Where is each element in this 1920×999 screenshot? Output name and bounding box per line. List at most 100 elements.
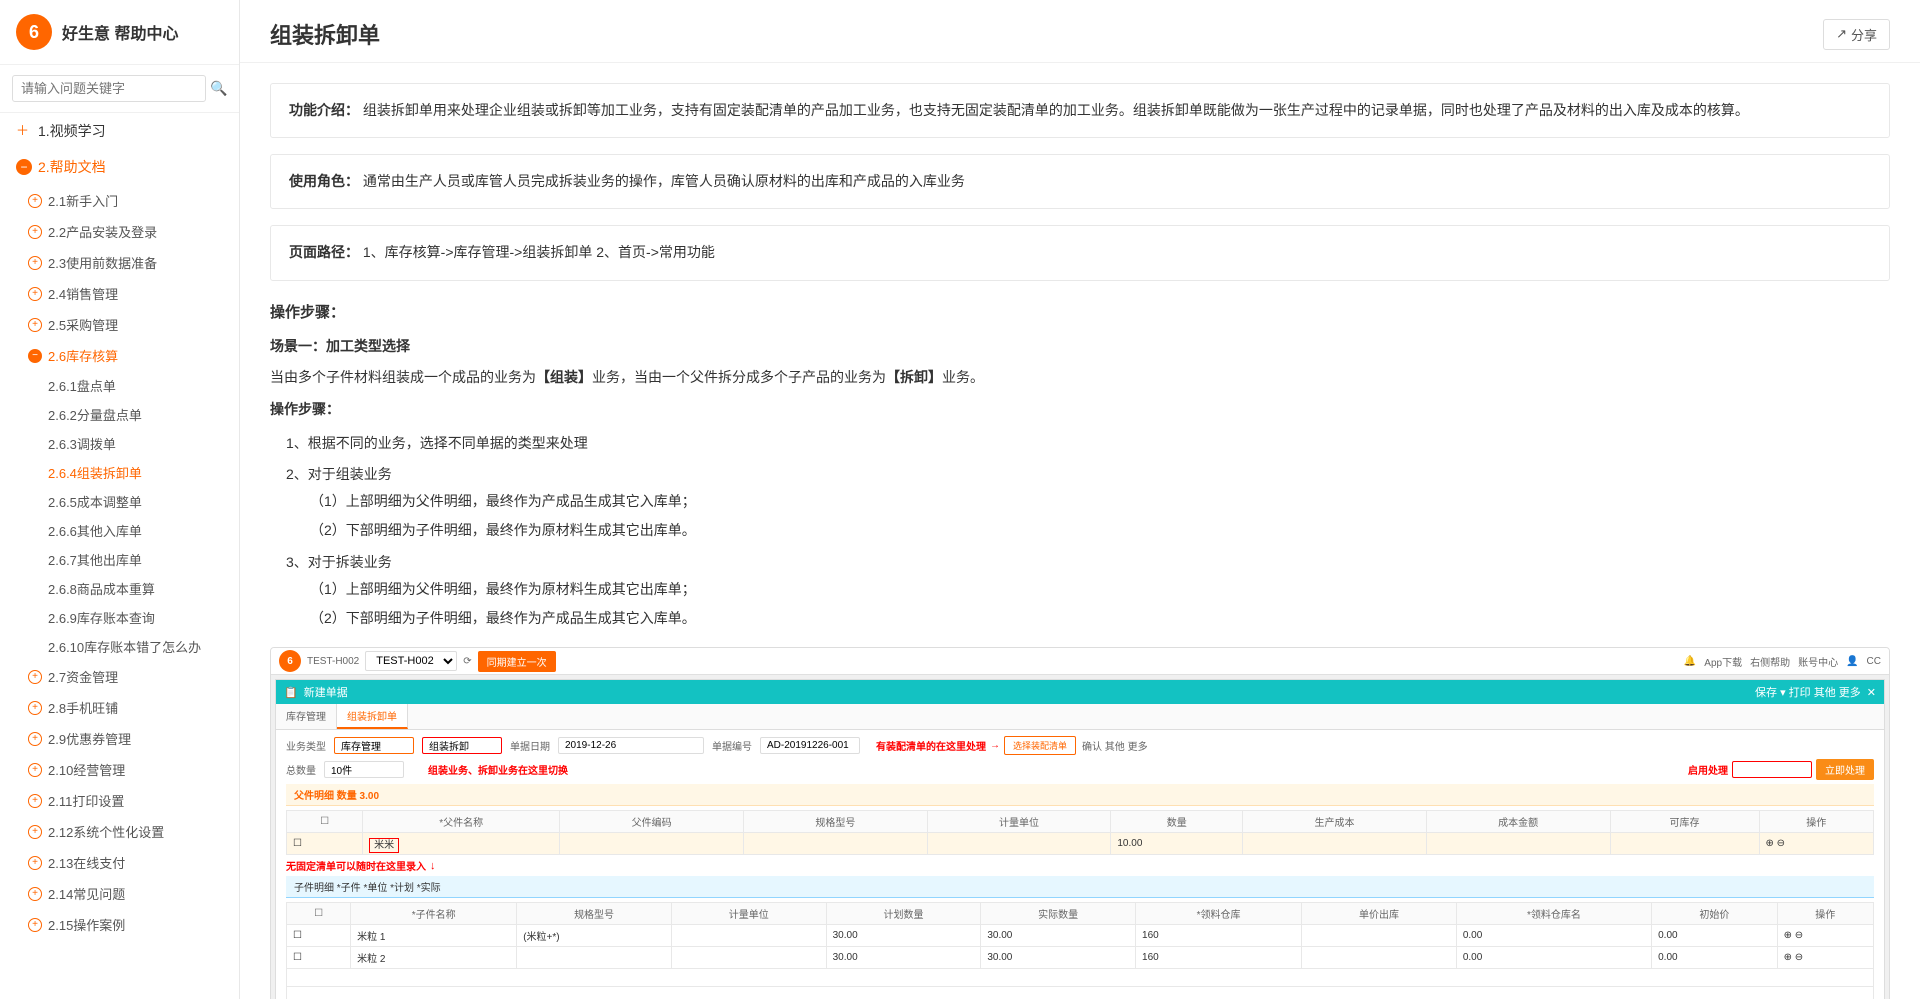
sidebar-item-inventory[interactable]: − 2.6库存核算 (0, 340, 239, 371)
sidebar-leaf-otherin[interactable]: 2.6.6其他入库单 (0, 516, 239, 545)
sub-minus-icon: − (28, 349, 42, 363)
mock-lcell-price2 (1302, 947, 1457, 969)
sidebar-item-personalize[interactable]: + 2.12系统个性化设置 (0, 816, 239, 847)
mock-process-btn[interactable]: 立即处理 (1816, 759, 1874, 780)
sidebar: 6 好生意 帮助中心 🔍 ＋ 1.视频学习 − 2.帮助文档 + 2.1新手入门… (0, 0, 240, 999)
mock-upper-table-header: ☐ *父件名称 父件编码 规格型号 计量单位 数量 生产成本 成本金额 可库存 (287, 811, 1874, 833)
mock-doctype-input[interactable] (334, 737, 414, 754)
mock-th-cost: 生产成本 (1243, 811, 1427, 833)
step-3-sub-2: （2）下部明细为子件明细，最终作为产成品生成其它入库单。 (310, 606, 1890, 631)
operations-title: 操作步骤： (270, 301, 1890, 322)
sidebar-item-data[interactable]: + 2.3使用前数据准备 (0, 247, 239, 278)
mock-help: 右侧帮助 (1750, 654, 1790, 669)
search-box: 🔍 (0, 65, 239, 113)
mock-lcell-check2: ☐ (287, 947, 351, 969)
mock-lth-name: *子件名称 (351, 903, 517, 925)
sidebar-item-sales[interactable]: + 2.4销售管理 (0, 278, 239, 309)
sidebar-leaf-costadj[interactable]: 2.6.5成本调整单 (0, 487, 239, 516)
scenario1-desc: 当由多个子件材料组装成一个成品的业务为【组装】业务，当由一个父件拆分成多个子产品… (270, 364, 1890, 391)
mock-name-highlight: 米米 (369, 838, 399, 853)
sub-plus-icon: + (28, 918, 42, 932)
logo-text: 好生意 帮助中心 (62, 20, 178, 44)
mock-lcell-init1: 0.00 (1456, 925, 1651, 947)
sub-plus-icon: + (28, 225, 42, 239)
sidebar-leaf-partial[interactable]: 2.6.2分量盘点单 (0, 400, 239, 429)
main-content: 组装拆卸单 ↗ 分享 功能介绍： 组装拆卸单用来处理企业组装或拆卸等加工业务，支… (240, 0, 1920, 999)
mock-orderno-label: 单据编号 (712, 738, 752, 753)
mock-date-input[interactable] (558, 737, 704, 754)
mock-lth-ware: *领料仓库 (1136, 903, 1302, 925)
sidebar-leaf-assembly[interactable]: 2.6.4组装拆卸单 (0, 458, 239, 487)
page-path-label: 页面路径： (289, 244, 359, 260)
sidebar-leaf-stockerr[interactable]: 2.6.10库存账本错了怎么办 (0, 632, 239, 661)
search-input[interactable] (12, 75, 206, 102)
mock-tab-new[interactable]: 组装拆卸单 (337, 704, 408, 729)
mock-cell-check: ☐ (287, 833, 363, 855)
share-button[interactable]: ↗ 分享 (1823, 19, 1890, 50)
sidebar-item-cases[interactable]: + 2.15操作案例 (0, 909, 239, 940)
sidebar-item-print[interactable]: + 2.11打印设置 (0, 785, 239, 816)
mock-topbar-right: 🔔 App下载 右侧帮助 账号中心 👤 CC (1684, 654, 1881, 669)
sidebar-item-faq[interactable]: + 2.14常见问题 (0, 878, 239, 909)
mock-qty-input[interactable] (324, 761, 404, 778)
mock-orderno-input[interactable] (760, 737, 860, 754)
sidebar-item-newbie[interactable]: + 2.1新手入门 (0, 185, 239, 216)
mock-modal: 📋 新建单据 保存 ▾ 打印 其他 更多 ✕ 库存管理 组装拆卸单 (275, 679, 1885, 999)
sidebar-item-finance[interactable]: + 2.7资金管理 (0, 661, 239, 692)
share-label: 分享 (1851, 25, 1877, 44)
sidebar-leaf-count[interactable]: 2.6.1盘点单 (0, 371, 239, 400)
mock-assign-btn[interactable]: 选择装配清单 (1004, 736, 1076, 755)
sidebar-item-install[interactable]: + 2.2产品安装及登录 (0, 216, 239, 247)
sidebar-item-video[interactable]: ＋ 1.视频学习 (0, 113, 239, 149)
search-button[interactable]: 🔍 (206, 80, 231, 97)
mock-th-spec: 规格型号 (744, 811, 928, 833)
mock-app: 6 TEST-H002 TEST-H002 ⟳ 同期建立一次 🔔 App下载 右… (271, 648, 1889, 999)
sidebar-item-docs[interactable]: − 2.帮助文档 (0, 149, 239, 185)
sidebar-leaf-stockcheck[interactable]: 2.6.9库存账本查询 (0, 603, 239, 632)
mock-lcell-ware1: 160 (1136, 925, 1302, 947)
sidebar-leaf-costrecalc[interactable]: 2.6.8商品成本重算 (0, 574, 239, 603)
sidebar-item-online[interactable]: + 2.13在线支付 (0, 847, 239, 878)
sidebar-label-docs: 2.帮助文档 (38, 157, 106, 177)
logo-icon: 6 (16, 14, 52, 50)
mock-new-doc-btn[interactable]: 同期建立一次 (478, 651, 556, 672)
mock-lth-check: ☐ (287, 903, 351, 925)
mock-cell-amt (1426, 833, 1610, 855)
mock-lth-unit: 计量单位 (671, 903, 826, 925)
sidebar-label-video: 1.视频学习 (38, 121, 106, 141)
annotation-text4: 启用处理 (1688, 762, 1728, 777)
sidebar-item-ops[interactable]: + 2.10经营管理 (0, 754, 239, 785)
step-2: 2、对于组装业务 （1）上部明细为父件明细，最终作为产成品生成其它入库单； （2… (286, 462, 1890, 544)
sidebar-leaf-otherout[interactable]: 2.6.7其他出库单 (0, 545, 239, 574)
mock-avatar: 👤 (1846, 656, 1858, 667)
sidebar-item-purchase[interactable]: + 2.5采购管理 (0, 309, 239, 340)
sidebar-leaf-transfer[interactable]: 2.6.3调拨单 (0, 429, 239, 458)
mock-sync-icon: ⟳ (463, 656, 471, 667)
mock-subtype-input[interactable] (422, 737, 502, 754)
mock-tab-ziyue[interactable]: 库存管理 (276, 704, 337, 729)
mock-lcell-actual2: 30.00 (981, 947, 1136, 969)
mock-form-row1: 业务类型 单据日期 单据编号 有装配清单的在这里处理 → 选择装配 (286, 736, 1874, 755)
mock-lcell-check: ☐ (287, 925, 351, 947)
page-path-text: 1、库存核算->库存管理->组装拆卸单 2、首页->常用功能 (363, 244, 715, 260)
sidebar-item-coupon[interactable]: + 2.9优惠券管理 (0, 723, 239, 754)
mock-close-icon[interactable]: ✕ (1867, 686, 1876, 699)
mock-lower-row2: ☐ 米粒 2 30.00 30.00 160 0.00 0.00 (287, 947, 1874, 969)
mock-th-check: ☐ (287, 811, 363, 833)
mock-lcell-plan1: 30.00 (826, 925, 981, 947)
mock-lcell-op1: ⊕ ⊖ (1777, 925, 1873, 947)
mock-lth-spec: 规格型号 (517, 903, 672, 925)
mock-cell-unit (927, 833, 1111, 855)
mock-lcell-ware2: 160 (1136, 947, 1302, 969)
sub-plus-icon: + (28, 670, 42, 684)
mock-topbar: 6 TEST-H002 TEST-H002 ⟳ 同期建立一次 🔔 App下载 右… (271, 648, 1889, 675)
sub-plus-icon: + (28, 763, 42, 777)
sub-plus-icon: + (28, 256, 42, 270)
mock-cell-code (560, 833, 744, 855)
user-role-label: 使用角色： (289, 173, 359, 189)
annotation-arrow5: ↓ (430, 860, 436, 872)
sidebar-item-mobile[interactable]: + 2.8手机旺铺 (0, 692, 239, 723)
mock-company-select[interactable]: TEST-H002 (365, 651, 457, 671)
mock-upper-row1: ☐ 米米 10.00 ⊕ ⊖ (287, 833, 1874, 855)
mock-warehouse-input[interactable] (1732, 761, 1812, 778)
